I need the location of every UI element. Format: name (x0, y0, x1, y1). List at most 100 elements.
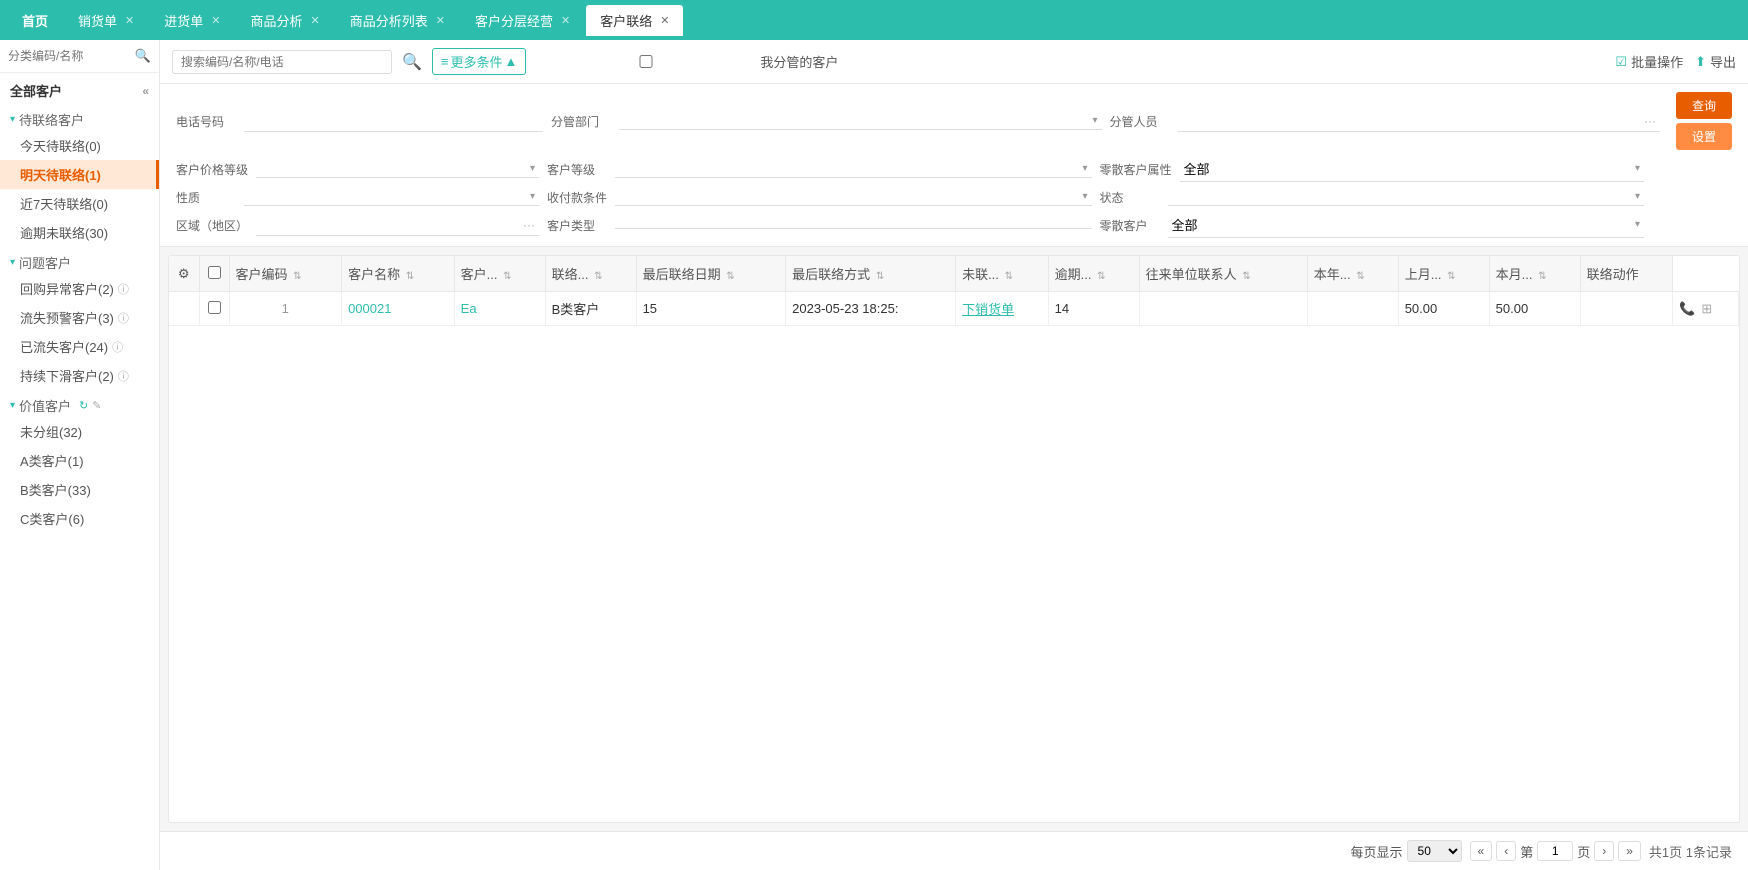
sort-code-icon[interactable]: ⇅ (293, 271, 301, 282)
query-button[interactable]: 查询 (1676, 92, 1732, 119)
row-checkbox-cell[interactable] (199, 292, 229, 326)
sidebar-search-area: 🔍 (0, 40, 159, 73)
nav-sales[interactable]: 销货单 ✕ (64, 5, 148, 36)
sort-year-icon[interactable]: ⇅ (1356, 271, 1364, 282)
dept-select[interactable]: ▾ (619, 112, 1102, 130)
sidebar-item-lost[interactable]: 已流失客户(24) ⓘ (0, 332, 159, 361)
region-select[interactable]: ··· (256, 215, 539, 236)
th-gear[interactable]: ⚙ (169, 256, 199, 292)
nature-select[interactable]: ▾ (244, 188, 539, 206)
nav-product-analysis-list[interactable]: 商品分析列表 ✕ (336, 5, 459, 36)
next-page-btn[interactable]: › (1594, 841, 1614, 861)
contact-method-link[interactable]: 下销货单 (962, 302, 1014, 317)
customer-name[interactable]: Ea (454, 292, 545, 326)
filter-bar: 🔍 ≡ 更多条件 ▲ 我分管的客户 ☑ 批量操作 ⬆ 导出 (160, 40, 1748, 84)
sort-person-icon[interactable]: ⇅ (1242, 271, 1250, 282)
first-page-btn[interactable]: « (1470, 841, 1493, 861)
settings-button[interactable]: 设置 (1676, 123, 1732, 150)
sidebar-item-repurchase-abnormal[interactable]: 回购异常客户(2) ⓘ (0, 274, 159, 303)
more-conditions-btn[interactable]: ≡ 更多条件 ▲ (432, 48, 526, 75)
retail-attr-select[interactable]: 全部 ▾ (1180, 156, 1644, 182)
current-month-cell (1580, 292, 1673, 326)
sort-overdue-icon[interactable]: ⇅ (1097, 271, 1105, 282)
status-arrow-icon: ▾ (1635, 191, 1640, 202)
region-dots-icon[interactable]: ··· (523, 218, 535, 232)
row-checkbox[interactable] (208, 301, 221, 314)
main-layout: 🔍 全部客户 « 待联络客户 今天待联络(0) 明天待联络(1) 近7天待联络(… (0, 40, 1748, 870)
customer-code[interactable]: 000021 (342, 292, 455, 326)
prev-page-btn[interactable]: ‹ (1496, 841, 1516, 861)
sidebar-item-a-class[interactable]: A类客户(1) (0, 446, 159, 475)
sort-nocontact-icon[interactable]: ⇅ (1005, 271, 1013, 282)
search-input[interactable] (172, 50, 392, 74)
th-actions: 联络动作 (1580, 256, 1673, 292)
sidebar-item-lost-warning[interactable]: 流失预警客户(3) ⓘ (0, 303, 159, 332)
last-contact-method-cell[interactable]: 下销货单 (956, 292, 1049, 326)
sort-contact-icon[interactable]: ⇅ (594, 271, 602, 282)
nav-purchase[interactable]: 进货单 ✕ (150, 5, 234, 36)
sidebar-item-b-class[interactable]: B类客户(33) (0, 475, 159, 504)
sidebar-search-icon[interactable]: 🔍 (135, 48, 151, 64)
close-customer-contact-icon[interactable]: ✕ (660, 14, 669, 27)
sidebar-item-c-class[interactable]: C类客户(6) (0, 504, 159, 533)
phone-input[interactable] (244, 111, 543, 132)
value-customer-group: 价值客户 ↻ ✎ (0, 390, 159, 417)
sort-name-icon[interactable]: ⇅ (406, 271, 414, 282)
sidebar-item-7days-contact[interactable]: 近7天待联络(0) (0, 189, 159, 218)
value-group-refresh-icon[interactable]: ↻ (79, 399, 88, 412)
sort-type-icon[interactable]: ⇅ (503, 271, 511, 282)
th-checkbox[interactable] (199, 256, 229, 292)
my-customers-check[interactable] (536, 55, 756, 68)
collapse-icon[interactable]: « (142, 84, 149, 98)
current-year-cell: 50.00 (1398, 292, 1489, 326)
all-customers-header[interactable]: 全部客户 « (0, 73, 159, 104)
close-product-analysis-list-icon[interactable]: ✕ (436, 14, 445, 27)
payment-field: 收付款条件 ▾ (547, 188, 1092, 206)
sidebar-item-overdue-contact[interactable]: 逾期未联络(30) (0, 218, 159, 247)
export-btn[interactable]: ⬆ 导出 (1695, 52, 1736, 71)
customer-type-select[interactable] (615, 222, 1092, 229)
sort-date-icon[interactable]: ⇅ (726, 271, 734, 282)
my-customers-checkbox[interactable]: 我分管的客户 (536, 52, 838, 71)
person-select[interactable]: ··· (1178, 111, 1661, 132)
retail-customer-arrow-icon: ▾ (1635, 219, 1640, 230)
nav-home[interactable]: 首页 (8, 5, 62, 36)
nav-product-analysis[interactable]: 商品分析 ✕ (236, 5, 333, 36)
batch-op-btn[interactable]: ☑ 批量操作 (1615, 52, 1683, 71)
select-all-checkbox[interactable] (208, 266, 221, 279)
grid-icon[interactable]: ⊞ (1701, 301, 1712, 317)
nav-customer-contact[interactable]: 客户联络 ✕ (586, 5, 683, 36)
person-dots-icon[interactable]: ··· (1644, 114, 1656, 128)
customer-type-field: 客户类型 (547, 217, 1092, 234)
row-gear-icon[interactable] (169, 292, 199, 326)
sort-curmonth-icon[interactable]: ⇅ (1538, 271, 1546, 282)
contact-count-cell: 15 (636, 292, 786, 326)
close-sales-icon[interactable]: ✕ (125, 14, 134, 27)
price-level-select[interactable]: ▾ (256, 160, 539, 178)
payment-select[interactable]: ▾ (615, 188, 1091, 206)
top-navigation: 首页 销货单 ✕ 进货单 ✕ 商品分析 ✕ 商品分析列表 ✕ 客户分层经营 ✕ … (0, 0, 1748, 40)
sidebar-item-ungrouped[interactable]: 未分组(32) (0, 417, 159, 446)
sidebar-search-input[interactable] (8, 49, 131, 63)
filter-search-icon[interactable]: 🔍 (402, 52, 422, 72)
sort-method-icon[interactable]: ⇅ (876, 271, 884, 282)
call-icon[interactable]: 📞 (1679, 301, 1695, 317)
close-customer-layer-icon[interactable]: ✕ (561, 14, 570, 27)
value-group-edit-icon[interactable]: ✎ (92, 399, 101, 412)
retail-attr-field: 零散客户属性 全部 ▾ (1100, 156, 1645, 182)
per-page-label: 每页显示 (1351, 842, 1403, 861)
retail-customer-select[interactable]: 全部 ▾ (1168, 212, 1645, 238)
close-purchase-icon[interactable]: ✕ (211, 14, 220, 27)
last-page-btn[interactable]: » (1618, 841, 1641, 861)
person-field: 分管人员 ··· (1110, 111, 1661, 132)
sidebar-item-today-contact[interactable]: 今天待联络(0) (0, 131, 159, 160)
nav-customer-layer[interactable]: 客户分层经营 ✕ (461, 5, 584, 36)
sort-lastmonth-icon[interactable]: ⇅ (1447, 271, 1455, 282)
per-page-select[interactable]: 50 100 200 (1407, 840, 1462, 862)
customer-level-select[interactable]: ▾ (615, 160, 1092, 178)
sidebar-item-tomorrow-contact[interactable]: 明天待联络(1) (0, 160, 159, 189)
page-number-input[interactable] (1537, 841, 1573, 861)
sidebar-item-declining[interactable]: 持续下滑客户(2) ⓘ (0, 361, 159, 390)
status-select[interactable]: ▾ (1168, 188, 1645, 206)
close-product-analysis-icon[interactable]: ✕ (311, 14, 320, 27)
